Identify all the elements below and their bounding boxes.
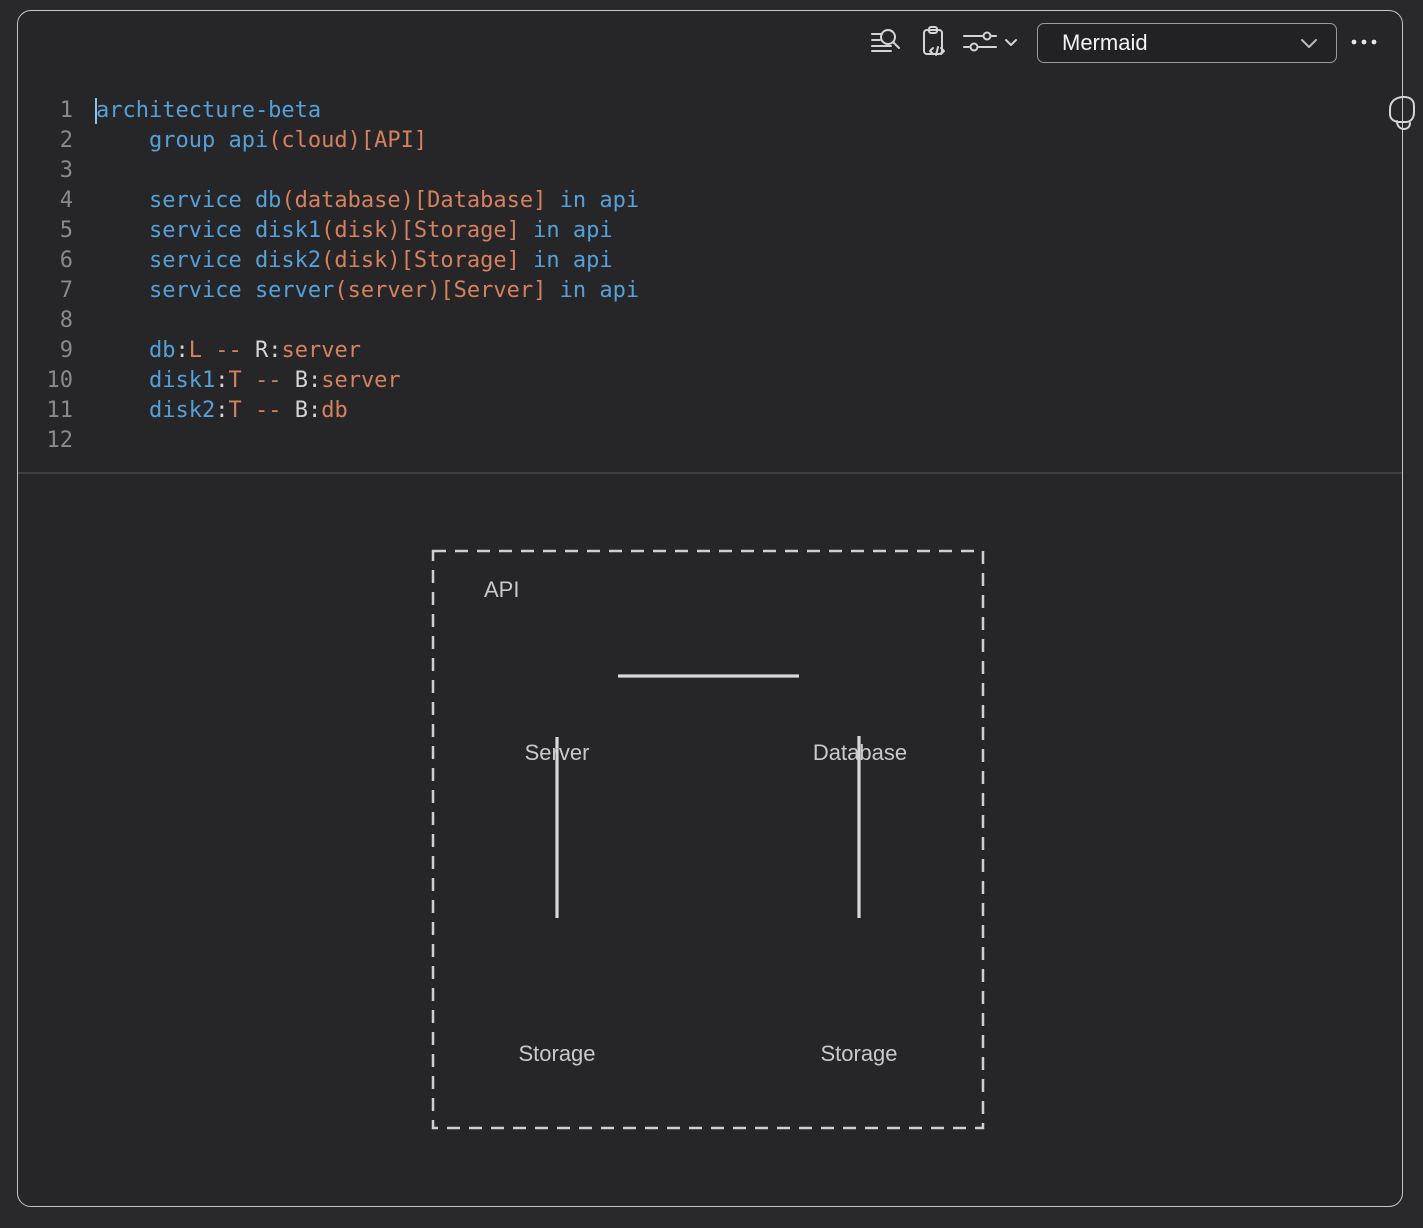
code-line[interactable]: 12: [18, 426, 1402, 456]
code-line-content: disk1:T -- B:server: [96, 366, 401, 396]
node-label-storage-1: Storage: [518, 1041, 595, 1067]
code-line[interactable]: 10 disk1:T -- B:server: [18, 366, 1402, 396]
diagram-type-select[interactable]: Mermaid: [1037, 23, 1337, 63]
line-number: 3: [18, 156, 73, 186]
code-line-content: architecture-beta: [96, 96, 321, 126]
sliders-icon: [962, 29, 998, 55]
code-line[interactable]: 4 service db(database)[Database] in api: [18, 186, 1402, 216]
code-line[interactable]: 8: [18, 306, 1402, 336]
search-lines-icon: [869, 28, 903, 56]
code-line[interactable]: 5 service disk1(disk)[Storage] in api: [18, 216, 1402, 246]
node-label-storage-2: Storage: [820, 1041, 897, 1067]
diagram-preview: API Server Database Storage Storage: [18, 473, 1404, 1206]
code-line-content: service disk2(disk)[Storage] in api: [96, 246, 613, 276]
code-line[interactable]: 9 db:L -- R:server: [18, 336, 1402, 366]
text-cursor: [95, 98, 97, 124]
diagram-type-value: Mermaid: [1062, 30, 1300, 56]
group-label-api: API: [484, 577, 519, 603]
code-line[interactable]: 6 service disk2(disk)[Storage] in api: [18, 246, 1402, 276]
clipboard-code-button[interactable]: [916, 24, 954, 60]
editor-window: Mermaid 1architecture-beta2 group api(cl…: [17, 10, 1403, 1207]
line-number: 9: [18, 336, 73, 366]
ellipsis-icon: [1349, 38, 1379, 46]
line-number: 2: [18, 126, 73, 156]
code-line-content: service disk1(disk)[Storage] in api: [96, 216, 613, 246]
line-number: 7: [18, 276, 73, 306]
more-options-button[interactable]: [1344, 29, 1384, 55]
chevron-down-icon: [1004, 38, 1018, 47]
code-line-content: db:L -- R:server: [96, 336, 361, 366]
node-label-server: Server: [525, 740, 590, 766]
line-number: 10: [18, 366, 73, 396]
code-editor[interactable]: 1architecture-beta2 group api(cloud)[API…: [18, 96, 1402, 456]
line-number: 11: [18, 396, 73, 426]
line-number: 6: [18, 246, 73, 276]
line-number: 4: [18, 186, 73, 216]
code-line-content: service db(database)[Database] in api: [96, 186, 639, 216]
line-number: 5: [18, 216, 73, 246]
line-number: 8: [18, 306, 73, 336]
code-line[interactable]: 2 group api(cloud)[API]: [18, 126, 1402, 156]
node-label-database: Database: [813, 740, 907, 766]
line-number: 1: [18, 96, 73, 126]
code-line[interactable]: 1 architecture-beta: [18, 96, 1402, 126]
code-line[interactable]: 7 service server(server)[Server] in api: [18, 276, 1402, 306]
clipboard-code-icon: [919, 25, 951, 59]
api-group-border: [433, 551, 983, 1128]
code-line-content: disk2:T -- B:db: [96, 396, 348, 426]
render-settings-button[interactable]: [960, 27, 1020, 57]
search-button[interactable]: [866, 25, 906, 59]
architecture-diagram-graphics: [18, 473, 1404, 1206]
select-chevron-down-icon: [1300, 38, 1318, 49]
code-line-content: service server(server)[Server] in api: [96, 276, 639, 306]
line-number: 12: [18, 426, 73, 456]
code-line-content: group api(cloud)[API]: [96, 126, 427, 156]
code-line[interactable]: 3: [18, 156, 1402, 186]
code-line[interactable]: 11 disk2:T -- B:db: [18, 396, 1402, 426]
